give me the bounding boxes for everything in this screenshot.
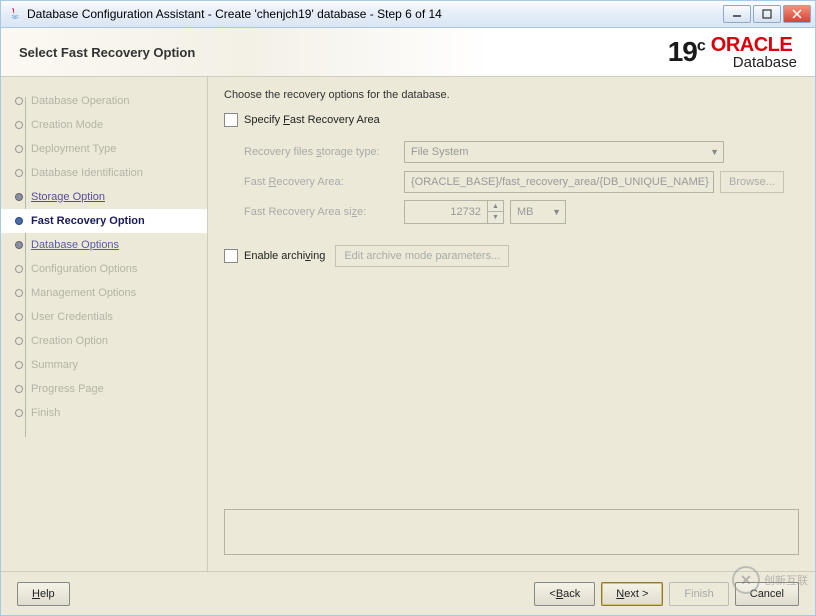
specify-fra-label: Specify Fast Recovery Area [244, 114, 380, 126]
content-panel: Choose the recovery options for the data… [208, 77, 815, 571]
enable-archiving-row: Enable archiving Edit archive mode param… [224, 245, 799, 267]
message-area [224, 509, 799, 555]
step-label: Deployment Type [31, 143, 116, 155]
step-dot-icon [15, 337, 23, 345]
step-dot-icon [15, 97, 23, 105]
sidebar-item-progress-page[interactable]: Progress Page [15, 377, 207, 401]
sidebar-item-summary[interactable]: Summary [15, 353, 207, 377]
specify-fra-checkbox[interactable] [224, 113, 238, 127]
body: Database Operation Creation Mode Deploym… [1, 77, 815, 571]
storage-type-value: File System [411, 146, 468, 158]
edit-archive-params-label: Edit archive mode parameters... [344, 250, 500, 262]
step-dot-icon [15, 145, 23, 153]
step-dot-icon [15, 361, 23, 369]
intro-text: Choose the recovery options for the data… [224, 89, 799, 101]
step-dot-icon [15, 193, 23, 201]
browse-button[interactable]: Browse... [720, 171, 784, 193]
sidebar-item-storage-option[interactable]: Storage Option [15, 185, 207, 209]
oracle-brand: 19c ORACLE Database [668, 35, 797, 70]
sidebar-item-management-options[interactable]: Management Options [15, 281, 207, 305]
fra-size-unit-value: MB [517, 206, 534, 218]
java-icon [7, 6, 23, 22]
sidebar-item-database-options[interactable]: Database Options [15, 233, 207, 257]
back-button[interactable]: < Back [534, 582, 595, 606]
step-dot-icon [15, 313, 23, 321]
step-label: Configuration Options [31, 263, 137, 275]
fra-path-value: {ORACLE_BASE}/fast_recovery_area/{DB_UNI… [411, 176, 709, 188]
fra-size-value: 12732 [405, 206, 487, 218]
step-dot-icon [15, 169, 23, 177]
close-button[interactable] [783, 5, 811, 23]
fra-form: Recovery files storage type: File System… [244, 137, 799, 227]
fra-size-spinner[interactable]: 12732 ▲ ▼ [404, 200, 504, 224]
step-label: Database Operation [31, 95, 129, 107]
sidebar-item-database-operation[interactable]: Database Operation [15, 89, 207, 113]
storage-type-combo[interactable]: File System ▼ [404, 141, 724, 163]
enable-archiving-label: Enable archiving [244, 250, 325, 262]
step-label: Creation Option [31, 335, 108, 347]
sidebar-item-deployment-type[interactable]: Deployment Type [15, 137, 207, 161]
chevron-down-icon: ▼ [710, 147, 719, 157]
next-button[interactable]: Next > [601, 582, 663, 606]
step-dot-icon [15, 121, 23, 129]
fra-size-unit-combo[interactable]: MB ▼ [510, 200, 566, 224]
step-label: Database Options [31, 239, 119, 251]
window-title: Database Configuration Assistant - Creat… [27, 7, 723, 21]
step-dot-icon [15, 241, 23, 249]
maximize-button[interactable] [753, 5, 781, 23]
brand-oracle: ORACLE [711, 35, 792, 55]
storage-type-label: Recovery files storage type: [244, 146, 404, 158]
sidebar: Database Operation Creation Mode Deploym… [1, 77, 208, 571]
step-label: Creation Mode [31, 119, 103, 131]
sidebar-item-configuration-options[interactable]: Configuration Options [15, 257, 207, 281]
sidebar-item-database-identification[interactable]: Database Identification [15, 161, 207, 185]
finish-button: Finish [669, 582, 728, 606]
brand-version: 19c [668, 36, 705, 68]
step-dot-icon [15, 265, 23, 273]
step-label: Storage Option [31, 191, 105, 203]
fra-path-label: Fast Recovery Area: [244, 176, 404, 188]
step-label: Finish [31, 407, 60, 419]
sidebar-item-creation-option[interactable]: Creation Option [15, 329, 207, 353]
fra-size-label: Fast Recovery Area size: [244, 206, 404, 218]
enable-archiving-checkbox[interactable] [224, 249, 238, 263]
window-controls [723, 5, 811, 23]
page-title: Select Fast Recovery Option [19, 45, 195, 60]
step-dot-icon [15, 289, 23, 297]
edit-archive-params-button[interactable]: Edit archive mode parameters... [335, 245, 509, 267]
sidebar-item-user-credentials[interactable]: User Credentials [15, 305, 207, 329]
step-label: Fast Recovery Option [31, 215, 145, 227]
fra-path-input[interactable]: {ORACLE_BASE}/fast_recovery_area/{DB_UNI… [404, 171, 714, 193]
step-dot-icon [15, 409, 23, 417]
help-button[interactable]: Help [17, 582, 70, 606]
step-label: Database Identification [31, 167, 143, 179]
step-dot-icon [15, 217, 23, 225]
step-dot-icon [15, 385, 23, 393]
header: Select Fast Recovery Option 19c ORACLE D… [1, 28, 815, 77]
sidebar-item-creation-mode[interactable]: Creation Mode [15, 113, 207, 137]
step-label: Summary [31, 359, 78, 371]
sidebar-item-fast-recovery-option[interactable]: Fast Recovery Option [1, 209, 207, 233]
app-window: Database Configuration Assistant - Creat… [0, 0, 816, 616]
chevron-down-icon: ▼ [552, 207, 561, 217]
step-label: Management Options [31, 287, 136, 299]
spinner-down-icon[interactable]: ▼ [488, 212, 503, 223]
browse-label: Browse... [729, 176, 775, 188]
minimize-button[interactable] [723, 5, 751, 23]
spinner-up-icon[interactable]: ▲ [488, 201, 503, 212]
footer: Help < Back Next > Finish Cancel [1, 571, 815, 615]
spinner-buttons: ▲ ▼ [487, 201, 503, 223]
specify-fra-row: Specify Fast Recovery Area [224, 113, 799, 127]
sidebar-item-finish[interactable]: Finish [15, 401, 207, 425]
step-label: Progress Page [31, 383, 104, 395]
cancel-button[interactable]: Cancel [735, 582, 799, 606]
titlebar: Database Configuration Assistant - Creat… [1, 1, 815, 28]
step-label: User Credentials [31, 311, 113, 323]
brand-database: Database [733, 55, 797, 70]
